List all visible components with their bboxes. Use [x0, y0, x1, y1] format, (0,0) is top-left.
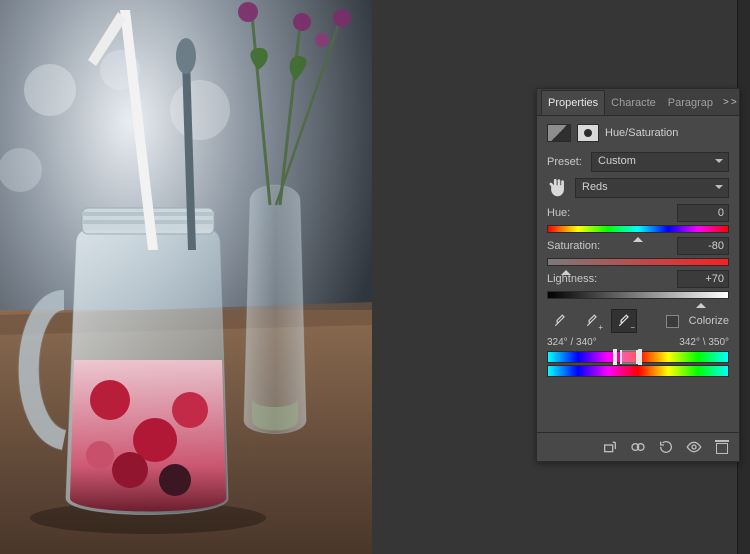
visibility-icon[interactable] [685, 439, 703, 455]
hue-saturation-icon [547, 124, 571, 142]
eyedropper-set[interactable] [547, 309, 573, 333]
eyedropper-add[interactable]: + [579, 309, 605, 333]
saturation-value[interactable]: -80 [677, 237, 729, 255]
lightness-knob[interactable] [696, 298, 706, 308]
panel-footer [537, 432, 739, 461]
hue-slider: Hue: 0 [547, 204, 729, 233]
eyedropper-row: + − Colorize [547, 309, 729, 333]
targeted-adjust-icon[interactable] [547, 179, 569, 197]
lightness-value[interactable]: +70 [677, 270, 729, 288]
spectrum-bottom [547, 365, 729, 377]
spectrum-group [547, 351, 729, 377]
panel-tab-bar: Properties Characte Paragrap >> [537, 89, 739, 116]
range-core[interactable] [620, 350, 638, 364]
canvas-image [0, 0, 372, 554]
tab-properties[interactable]: Properties [541, 90, 605, 115]
clip-to-layer-icon[interactable] [601, 439, 619, 455]
adjustment-header: Hue/Saturation [547, 124, 729, 142]
reset-icon[interactable] [657, 439, 675, 455]
preset-row: Preset: Custom [547, 152, 729, 172]
tab-overflow-button[interactable]: >> [719, 95, 743, 110]
hue-track[interactable] [547, 225, 729, 233]
degree-left: 324° / 340° [547, 337, 597, 348]
eyedropper-subtract[interactable]: − [611, 309, 637, 333]
preset-label: Preset: [547, 156, 585, 168]
tab-paragraph[interactable]: Paragrap [662, 91, 719, 114]
hue-label: Hue: [547, 207, 585, 219]
view-previous-icon[interactable] [629, 439, 647, 455]
degree-readout: 324° / 340° 342° \ 350° [547, 337, 729, 348]
adjustment-title: Hue/Saturation [605, 127, 678, 139]
colorize-checkbox[interactable] [666, 315, 679, 328]
range-falloff-left[interactable] [613, 349, 617, 365]
channel-select[interactable]: Reds [575, 178, 729, 198]
saturation-knob[interactable] [561, 265, 571, 275]
lightness-track[interactable] [547, 291, 729, 299]
channel-row: Reds [547, 178, 729, 198]
saturation-track[interactable] [547, 258, 729, 266]
jar-drink-image [0, 0, 372, 554]
colorize-label: Colorize [689, 315, 729, 327]
layer-mask-icon[interactable] [577, 124, 599, 142]
degree-right: 342° \ 350° [679, 337, 729, 348]
lightness-slider: Lightness: +70 [547, 270, 729, 299]
hue-knob[interactable] [633, 232, 643, 242]
saturation-label: Saturation: [547, 240, 600, 252]
lightness-label: Lightness: [547, 273, 597, 285]
preset-select[interactable]: Custom [591, 152, 729, 172]
hue-value[interactable]: 0 [677, 204, 729, 222]
range-falloff-right[interactable] [638, 349, 642, 365]
delete-icon[interactable] [713, 439, 731, 455]
trash-icon [715, 440, 729, 454]
tab-character[interactable]: Characte [605, 91, 662, 114]
properties-panel: Properties Characte Paragrap >> Hue/Satu… [536, 88, 740, 462]
panel-body: Hue/Saturation Preset: Custom Reds Hue: … [537, 116, 739, 383]
spectrum-top[interactable] [547, 351, 729, 363]
